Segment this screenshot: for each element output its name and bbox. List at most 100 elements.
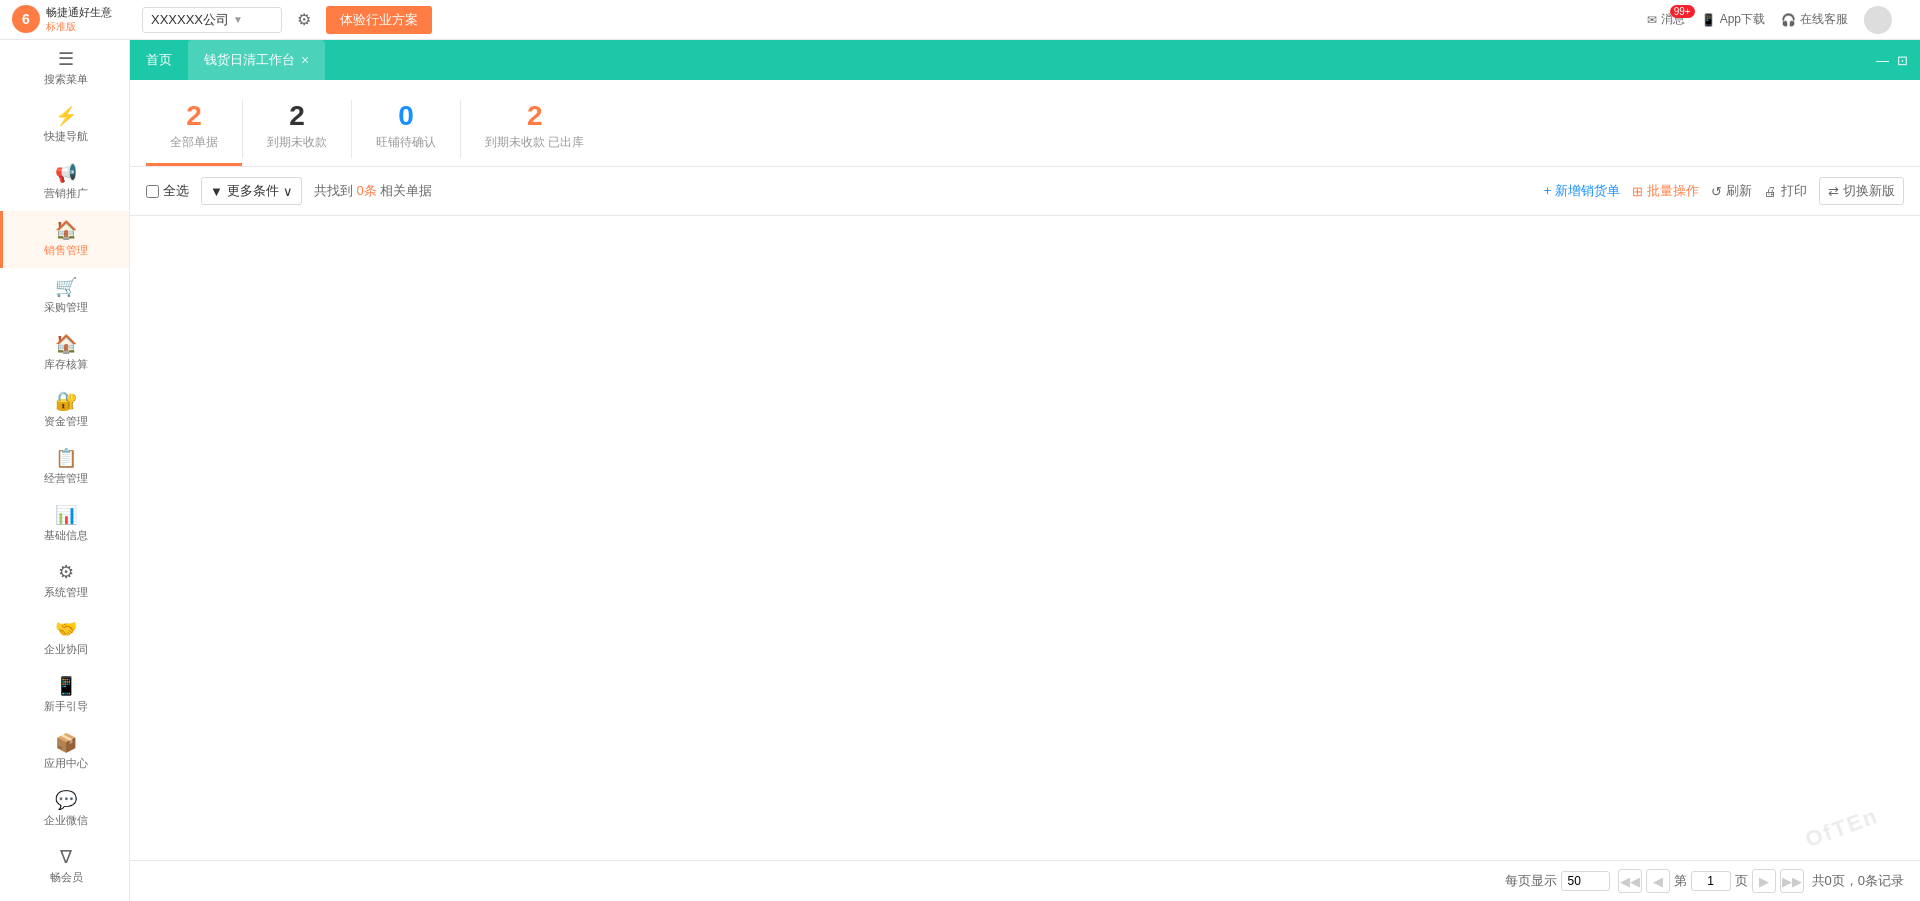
- last-page-button[interactable]: ▶▶: [1780, 869, 1804, 893]
- headset-icon: 🎧: [1781, 13, 1796, 27]
- tab-expand-area: — ⊡: [1864, 53, 1920, 68]
- total-records: 共0页，0条记录: [1812, 872, 1904, 890]
- avatar[interactable]: [1864, 6, 1892, 34]
- tab-bar: 首页 钱货日清工作台 × — ⊡: [130, 40, 1920, 80]
- batch-icon: ⊞: [1632, 184, 1643, 199]
- quick-nav-icon: ⚡: [55, 107, 77, 125]
- sidebar-item-app-center[interactable]: 📦应用中心: [0, 724, 129, 781]
- search-menu-icon: ☰: [58, 50, 74, 68]
- card-label-overdue-unshipped: 到期未收款 已出库: [485, 134, 584, 151]
- card-label-overdue-unpaid: 到期未收款: [267, 134, 327, 151]
- top-bar-right: ✉ 消息 99+ 📱 App下载 🎧 在线客服: [1647, 6, 1908, 34]
- sidebar-item-beginner-guide[interactable]: 📱新手引导: [0, 667, 129, 724]
- toolbar-right: + 新增销货单 ⊞ 批量操作 ↺ 刷新 🖨 打印 ⇄: [1544, 177, 1904, 205]
- message-icon: ✉: [1647, 13, 1657, 27]
- card-number-wangpu-confirm: 0: [376, 100, 436, 132]
- top-bar: 6 畅捷通好生意 标准版 XXXXXX公司 ▼ ⚙ 体验行业方案 ✉ 消息 99…: [0, 0, 1920, 40]
- tab-close-icon[interactable]: ×: [301, 53, 309, 67]
- card-number-overdue-unshipped: 2: [485, 100, 584, 132]
- message-button[interactable]: ✉ 消息 99+: [1647, 11, 1685, 28]
- tab-home[interactable]: 首页: [130, 40, 188, 80]
- card-label-wangpu-confirm: 旺铺待确认: [376, 134, 436, 151]
- main-content: 首页 钱货日清工作台 × — ⊡ 2 全部单据 2 到期未收款 0 旺铺待确认 2 到期未收款…: [130, 40, 1920, 901]
- refresh-button[interactable]: ↺ 刷新: [1711, 182, 1752, 200]
- select-all-checkbox[interactable]: 全选: [146, 182, 189, 200]
- phone-icon: 📱: [1701, 13, 1716, 27]
- page-size-select: 每页显示 50100200: [1505, 871, 1610, 891]
- card-number-all: 2: [170, 100, 218, 132]
- print-icon: 🖨: [1764, 184, 1777, 199]
- first-page-button[interactable]: ◀◀: [1618, 869, 1642, 893]
- chevron-icon: ∨: [283, 184, 293, 199]
- app-download-button[interactable]: 📱 App下载: [1701, 11, 1765, 28]
- minimize-icon[interactable]: —: [1876, 53, 1889, 68]
- summary-card-overdue-unpaid[interactable]: 2 到期未收款: [243, 92, 351, 166]
- chevron-down-icon: ▼: [233, 14, 243, 25]
- select-all-input[interactable]: [146, 185, 159, 198]
- tab-active[interactable]: 钱货日清工作台 ×: [188, 40, 325, 80]
- basic-info-icon: 📊: [55, 506, 77, 524]
- sidebar-item-enterprise-wechat[interactable]: 💬企业微信: [0, 781, 129, 838]
- app-center-icon: 📦: [55, 734, 77, 752]
- refresh-icon: ↺: [1711, 184, 1722, 199]
- system-mgmt-icon: ⚙: [58, 563, 74, 581]
- sidebar: ☰搜索菜单⚡快捷导航📢营销推广🏠销售管理🛒采购管理🏠库存核算🔐资金管理📋经营管理…: [0, 40, 130, 901]
- summary-cards: 2 全部单据 2 到期未收款 0 旺铺待确认 2 到期未收款 已出库: [130, 80, 1920, 167]
- filter-icon: ▼: [210, 184, 223, 199]
- page-nav: ◀◀ ◀ 第 页 ▶ ▶▶: [1618, 869, 1804, 893]
- online-service-button[interactable]: 🎧 在线客服: [1781, 11, 1848, 28]
- work-area: 2 全部单据 2 到期未收款 0 旺铺待确认 2 到期未收款 已出库 全选 ▼ 更多条件 ∨ …: [130, 80, 1920, 901]
- more-filters-button[interactable]: ▼ 更多条件 ∨: [201, 177, 302, 205]
- summary-card-overdue-unshipped[interactable]: 2 到期未收款 已出库: [461, 92, 608, 166]
- sidebar-item-capital-mgmt[interactable]: 🔐资金管理: [0, 382, 129, 439]
- logo-area: 6 畅捷通好生意 标准版: [12, 5, 142, 33]
- beginner-guide-icon: 📱: [55, 677, 77, 695]
- purchase-mgmt-icon: 🛒: [55, 278, 77, 296]
- enterprise-coop-icon: 🤝: [55, 620, 77, 638]
- sidebar-item-inventory[interactable]: 🏠库存核算: [0, 325, 129, 382]
- batch-op-button[interactable]: ⊞ 批量操作: [1632, 182, 1699, 200]
- capital-mgmt-icon: 🔐: [55, 392, 77, 410]
- summary-card-all[interactable]: 2 全部单据: [146, 92, 242, 166]
- sales-mgmt-icon: 🏠: [55, 221, 77, 239]
- sidebar-item-sales-mgmt[interactable]: 🏠销售管理: [0, 211, 129, 268]
- inventory-icon: 🏠: [55, 335, 77, 353]
- sidebar-item-basic-info[interactable]: 📊基础信息: [0, 496, 129, 553]
- summary-card-wangpu-confirm[interactable]: 0 旺铺待确认: [352, 92, 460, 166]
- marketing-icon: 📢: [55, 164, 77, 182]
- switch-icon: ⇄: [1828, 184, 1839, 199]
- toolbar-left: 全选 ▼ 更多条件 ∨ 共找到 0条 相关单据: [146, 177, 432, 205]
- enterprise-wechat-icon: 💬: [55, 791, 77, 809]
- company-select[interactable]: XXXXXX公司 ▼: [142, 7, 282, 33]
- prev-page-button[interactable]: ◀: [1646, 869, 1670, 893]
- vip-member-icon: ∇: [60, 848, 72, 866]
- operations-icon: 📋: [55, 449, 77, 467]
- table-area: [130, 216, 1920, 860]
- sidebar-item-quick-nav[interactable]: ⚡快捷导航: [0, 97, 129, 154]
- print-button[interactable]: 🖨 打印: [1764, 182, 1807, 200]
- sidebar-item-enterprise-coop[interactable]: 🤝企业协同: [0, 610, 129, 667]
- page-number-input[interactable]: [1691, 871, 1731, 891]
- sidebar-item-marketing[interactable]: 📢营销推广: [0, 154, 129, 211]
- expand-icon[interactable]: ⊡: [1897, 53, 1908, 68]
- sidebar-item-system-mgmt[interactable]: ⚙系统管理: [0, 553, 129, 610]
- switch-version-button[interactable]: ⇄ 切换新版: [1819, 177, 1904, 205]
- card-label-all: 全部单据: [170, 134, 218, 151]
- sidebar-item-vip-member[interactable]: ∇畅会员: [0, 838, 129, 895]
- sidebar-item-operations[interactable]: 📋经营管理: [0, 439, 129, 496]
- found-count-text: 共找到 0条 相关单据: [314, 182, 432, 200]
- card-number-overdue-unpaid: 2: [267, 100, 327, 132]
- new-sale-button[interactable]: + 新增销货单: [1544, 182, 1620, 200]
- pagination-bar: 每页显示 50100200 ◀◀ ◀ 第 页 ▶ ▶▶ 共0页，0条记录: [130, 860, 1920, 901]
- message-badge: 99+: [1670, 5, 1695, 18]
- layout: ☰搜索菜单⚡快捷导航📢营销推广🏠销售管理🛒采购管理🏠库存核算🔐资金管理📋经营管理…: [0, 40, 1920, 901]
- logo-icon: 6: [12, 5, 40, 33]
- logo-name: 畅捷通好生意: [46, 5, 112, 19]
- experience-button[interactable]: 体验行业方案: [326, 6, 432, 34]
- sidebar-item-purchase-mgmt[interactable]: 🛒采购管理: [0, 268, 129, 325]
- next-page-button[interactable]: ▶: [1752, 869, 1776, 893]
- toolbar: 全选 ▼ 更多条件 ∨ 共找到 0条 相关单据 + 新增销货单: [130, 167, 1920, 216]
- settings-button[interactable]: ⚙: [290, 6, 318, 34]
- sidebar-item-search-menu[interactable]: ☰搜索菜单: [0, 40, 129, 97]
- page-size-dropdown[interactable]: 50100200: [1561, 871, 1610, 891]
